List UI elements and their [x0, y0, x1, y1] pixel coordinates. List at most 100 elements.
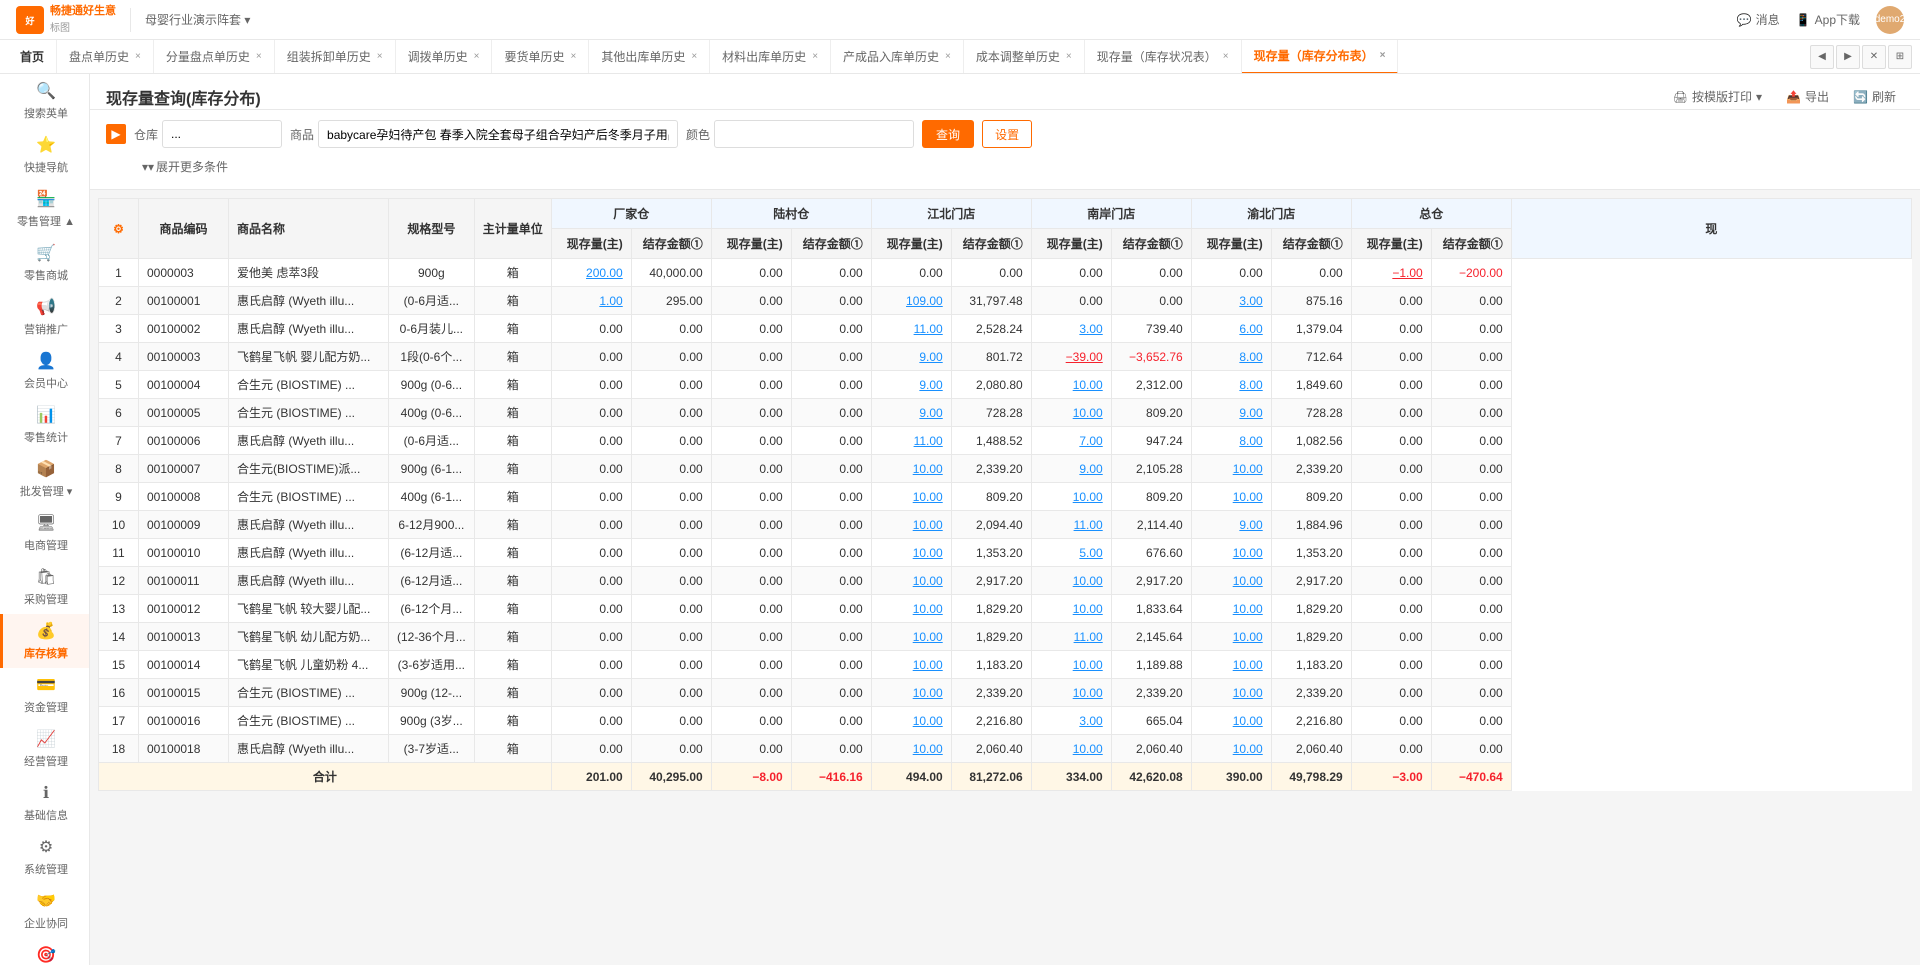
tab-组装[interactable]: 组装拆卸单历史 ×	[275, 40, 396, 74]
sidebar-item-retail-mgmt[interactable]: 🏪 零售管理 ▲	[0, 182, 89, 236]
sidebar-item-marketing[interactable]: 📢 营销推广	[0, 290, 89, 344]
sidebar: 🔍 搜索英单 ⭐ 快捷导航 🏪 零售管理 ▲ 🛒 零售商城 📢 营销推广 👤 会…	[0, 74, 90, 965]
sidebar-item-nav[interactable]: ⭐ 快捷导航	[0, 128, 89, 182]
cell-value: 2,080.80	[951, 371, 1031, 399]
color-label: 颜色	[686, 126, 710, 143]
goods-input[interactable]	[318, 120, 678, 148]
tab-材料出库[interactable]: 材料出库单历史 ×	[710, 40, 831, 74]
cell-value: 10.00	[871, 483, 951, 511]
query-btn[interactable]: 查询	[922, 120, 974, 148]
summary-cell: 201.00	[551, 763, 631, 791]
color-input[interactable]	[714, 120, 914, 148]
user-action[interactable]: demo2	[1876, 6, 1904, 34]
sidebar-item-search[interactable]: 🔍 搜索英单	[0, 74, 89, 128]
cell-value: 31,797.48	[951, 287, 1031, 315]
cell-value: 0.00	[551, 539, 631, 567]
tab-close[interactable]: ×	[1380, 50, 1386, 61]
tab-home[interactable]: 首页	[8, 40, 57, 74]
print-btn[interactable]: 🖨 按模版打印 ▾	[1665, 84, 1770, 109]
tab-close[interactable]: ×	[474, 51, 480, 62]
tab-close[interactable]: ×	[377, 51, 383, 62]
th-wh-factory: 厂家仓	[551, 199, 711, 229]
th-total-amount: 结存金额①	[1431, 229, 1511, 259]
tab-close[interactable]: ×	[945, 51, 951, 62]
expand-more-btn[interactable]: ▾▾ 展开更多条件	[134, 154, 236, 179]
cell-value: 40,000.00	[631, 259, 711, 287]
cell-value: 0.00	[1431, 511, 1511, 539]
cell-value: 2,339.20	[1111, 679, 1191, 707]
cell-value: 0.00	[631, 427, 711, 455]
cell-unit: 箱	[474, 315, 551, 343]
settings-btn[interactable]: 设置	[982, 120, 1032, 148]
tab-库存状况[interactable]: 现存量（库存状况表） ×	[1085, 40, 1242, 74]
summary-label: 合计	[99, 763, 552, 791]
cell-value: 10.00	[1191, 567, 1271, 595]
sidebar-item-operations[interactable]: 📈 经营管理	[0, 722, 89, 776]
export-btn[interactable]: 📤 导出	[1778, 84, 1837, 109]
message-icon: 💬	[1737, 13, 1752, 27]
sidebar-item-system[interactable]: ⚙ 系统管理	[0, 830, 89, 884]
sidebar-item-retail-stats[interactable]: 📊 零售统计	[0, 398, 89, 452]
summary-cell: 494.00	[871, 763, 951, 791]
th-code: 商品编码	[139, 199, 229, 259]
sidebar-item-ecommerce[interactable]: 🖥 电商管理	[0, 506, 89, 560]
summary-cell: −3.00	[1351, 763, 1431, 791]
sidebar-item-guide[interactable]: 🎯 新手引导	[0, 938, 89, 965]
sidebar-item-mall[interactable]: 🛒 零售商城	[0, 236, 89, 290]
cell-value: 0.00	[1431, 539, 1511, 567]
sidebar-item-members[interactable]: 👤 会员中心	[0, 344, 89, 398]
nav-close-btn[interactable]: ✕	[1862, 45, 1886, 69]
tab-要货[interactable]: 要货单历史 ×	[492, 40, 589, 74]
tab-close[interactable]: ×	[256, 51, 262, 62]
cell-value: 1,829.20	[951, 595, 1031, 623]
logo-text-line2: 标图	[50, 19, 116, 34]
summary-cell: −470.64	[1431, 763, 1511, 791]
cell-unit: 箱	[474, 399, 551, 427]
org-selector[interactable]: 母婴行业演示阵套 ▾	[145, 11, 250, 28]
cell-spec: (0-6月适...	[389, 427, 475, 455]
sidebar-item-wholesale[interactable]: 📦 批发管理 ▾	[0, 452, 89, 506]
sidebar-item-finance[interactable]: 💳 资金管理	[0, 668, 89, 722]
refresh-btn[interactable]: 🔄 刷新	[1845, 84, 1904, 109]
cell-value: 10.00	[871, 651, 951, 679]
tab-close[interactable]: ×	[570, 51, 576, 62]
cell-value: 0.00	[551, 735, 631, 763]
tab-close[interactable]: ×	[135, 51, 141, 62]
cell-value: 1,849.60	[1271, 371, 1351, 399]
cell-value: 2,145.64	[1111, 623, 1191, 651]
nav-menu-btn[interactable]: ⊞	[1888, 45, 1912, 69]
nav-next-btn[interactable]: ▶	[1836, 45, 1860, 69]
sidebar-item-inventory[interactable]: 💰 库存核算	[0, 614, 89, 668]
cell-code: 00100006	[139, 427, 229, 455]
cell-code: 00100011	[139, 567, 229, 595]
cell-value: 109.00	[871, 287, 951, 315]
tab-close[interactable]: ×	[1066, 51, 1072, 62]
tab-库存分布[interactable]: 现存量（库存分布表） ×	[1242, 40, 1399, 74]
tab-其他出库[interactable]: 其他出库单历史 ×	[589, 40, 710, 74]
marketing-icon: 📢	[36, 297, 56, 317]
sidebar-item-purchase[interactable]: 🛍 采购管理	[0, 560, 89, 614]
cell-value: 0.00	[1351, 595, 1431, 623]
data-table: ⚙ 商品编码 商品名称 规格型号 主计量单位 厂家仓 陆村仓 江北门店 南岸门店…	[98, 198, 1912, 791]
app-download-action[interactable]: 📱 App下载	[1796, 11, 1860, 28]
tab-调拨[interactable]: 调拨单历史 ×	[396, 40, 493, 74]
tab-分量[interactable]: 分量盘点单历史 ×	[154, 40, 275, 74]
tab-close[interactable]: ×	[691, 51, 697, 62]
nav-prev-btn[interactable]: ◀	[1810, 45, 1834, 69]
cell-value: 0.00	[551, 399, 631, 427]
cell-code: 00100016	[139, 707, 229, 735]
sidebar-item-basics[interactable]: ℹ 基础信息	[0, 776, 89, 830]
tab-产成品[interactable]: 产成品入库单历史 ×	[831, 40, 964, 74]
tab-inventory-check[interactable]: 盘点单历史 ×	[57, 40, 154, 74]
tab-close[interactable]: ×	[812, 51, 818, 62]
tab-成本调整[interactable]: 成本调整单历史 ×	[964, 40, 1085, 74]
cell-value: 0.00	[1031, 287, 1111, 315]
sidebar-item-collab[interactable]: 🤝 企业协同	[0, 884, 89, 938]
th-gear[interactable]: ⚙	[99, 199, 139, 259]
messages-action[interactable]: 💬 消息	[1737, 11, 1780, 28]
expand-toggle[interactable]: ▶	[106, 124, 126, 144]
star-icon: ⭐	[36, 135, 56, 155]
page-actions: 🖨 按模版打印 ▾ 📤 导出 🔄 刷新	[1665, 84, 1904, 109]
warehouse-input[interactable]	[162, 120, 282, 148]
tab-close[interactable]: ×	[1223, 51, 1229, 62]
